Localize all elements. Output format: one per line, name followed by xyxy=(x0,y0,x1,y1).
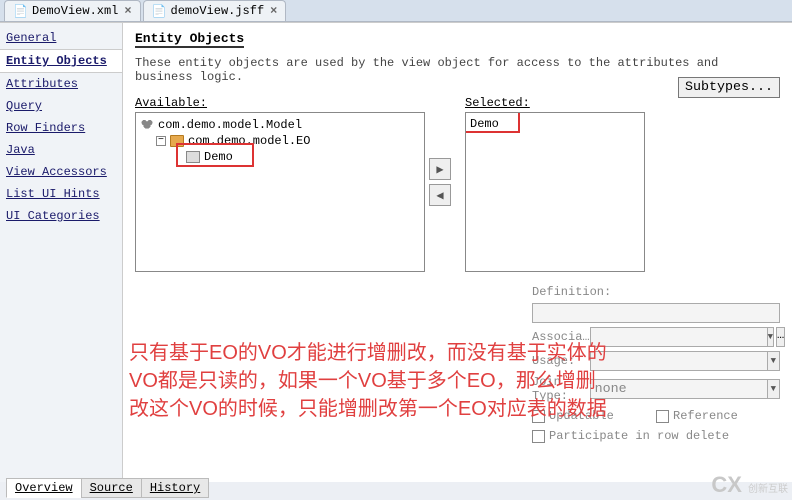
tab-demoview-xml[interactable]: 📄 DemoView.xml × xyxy=(4,0,141,21)
close-icon[interactable]: × xyxy=(124,4,131,18)
package-icon xyxy=(170,135,184,147)
reference-checkbox[interactable] xyxy=(656,410,669,423)
jsff-file-icon: 📄 xyxy=(152,4,167,19)
tree-leaf-label: Demo xyxy=(204,150,233,164)
main-area: General Entity Objects Attributes Query … xyxy=(0,22,792,482)
xml-file-icon: 📄 xyxy=(13,4,28,19)
reference-label: Reference xyxy=(673,409,738,423)
tree-root-label: com.demo.model.Model xyxy=(158,118,302,132)
model-icon xyxy=(140,119,154,131)
section-title: Entity Objects xyxy=(135,31,244,48)
editor-tabs: 📄 DemoView.xml × 📄 demoView.jsff × xyxy=(0,0,792,22)
sidebar-item-row-finders[interactable]: Row Finders xyxy=(0,117,122,139)
tab-source[interactable]: Source xyxy=(81,478,142,498)
selected-label: Selected: xyxy=(465,96,645,110)
sidebar-item-attributes[interactable]: Attributes xyxy=(0,73,122,95)
available-label: Available: xyxy=(135,96,425,110)
tree-package[interactable]: − com.demo.model.EO xyxy=(140,133,420,149)
sidebar-item-view-accessors[interactable]: View Accessors xyxy=(0,161,122,183)
association-browse-button[interactable]: … xyxy=(776,327,785,347)
tab-overview[interactable]: Overview xyxy=(6,478,82,498)
tab-history[interactable]: History xyxy=(141,478,209,498)
sidebar-item-list-ui-hints[interactable]: List UI Hints xyxy=(0,183,122,205)
tab-demoview-jsff[interactable]: 📄 demoView.jsff × xyxy=(143,0,287,21)
selected-column: Selected: Demo xyxy=(465,96,645,272)
sidebar-item-general[interactable]: General xyxy=(0,27,122,49)
tab-label: DemoView.xml xyxy=(32,4,118,18)
sidebar-item-entity-objects[interactable]: Entity Objects xyxy=(0,49,122,73)
tab-label: demoView.jsff xyxy=(171,4,265,18)
tree-root[interactable]: com.demo.model.Model xyxy=(140,117,420,133)
association-dropdown-icon[interactable]: ▼ xyxy=(768,327,774,347)
watermark-text: 创新互联 xyxy=(748,485,788,496)
move-left-button[interactable]: ◀ xyxy=(429,184,451,206)
shuttle-lists: Available: com.demo.model.Model − com.de… xyxy=(135,96,780,272)
content-panel: Entity Objects These entity objects are … xyxy=(122,23,792,482)
jointype-input[interactable] xyxy=(590,379,768,399)
sidebar: General Entity Objects Attributes Query … xyxy=(0,23,122,482)
sidebar-item-query[interactable]: Query xyxy=(0,95,122,117)
watermark: CX 创新互联 xyxy=(711,474,788,496)
jointype-dropdown-icon[interactable]: ▼ xyxy=(768,379,780,399)
bottom-tabs: Overview Source History xyxy=(6,478,208,498)
participate-label: Participate in row delete xyxy=(549,429,729,443)
definition-input[interactable] xyxy=(532,303,780,323)
sidebar-item-java[interactable]: Java xyxy=(0,139,122,161)
watermark-logo: CX xyxy=(711,472,742,497)
shuttle-buttons: ▶ ◀ xyxy=(429,156,451,208)
definition-label: Definition: xyxy=(532,285,608,299)
collapse-icon[interactable]: − xyxy=(156,136,166,146)
sidebar-item-ui-categories[interactable]: UI Categories xyxy=(0,205,122,227)
annotation-text: 只有基于EO的VO才能进行增删改，而没有基于实体的VO都是只读的，如果一个VO基… xyxy=(129,339,609,423)
tree-leaf-demo[interactable]: Demo xyxy=(140,149,420,165)
association-input[interactable] xyxy=(590,327,768,347)
selected-item-demo[interactable]: Demo xyxy=(470,117,640,131)
subtypes-button[interactable]: Subtypes... xyxy=(678,77,780,98)
selected-list[interactable]: Demo xyxy=(465,112,645,272)
usage-dropdown-icon[interactable]: ▼ xyxy=(768,351,780,371)
entity-icon xyxy=(186,151,200,163)
tree-pkg-label: com.demo.model.EO xyxy=(188,134,310,148)
move-right-button[interactable]: ▶ xyxy=(429,158,451,180)
usage-input[interactable] xyxy=(590,351,768,371)
participate-checkbox[interactable] xyxy=(532,430,545,443)
available-column: Available: com.demo.model.Model − com.de… xyxy=(135,96,425,272)
close-icon[interactable]: × xyxy=(270,4,277,18)
available-tree[interactable]: com.demo.model.Model − com.demo.model.EO… xyxy=(135,112,425,272)
